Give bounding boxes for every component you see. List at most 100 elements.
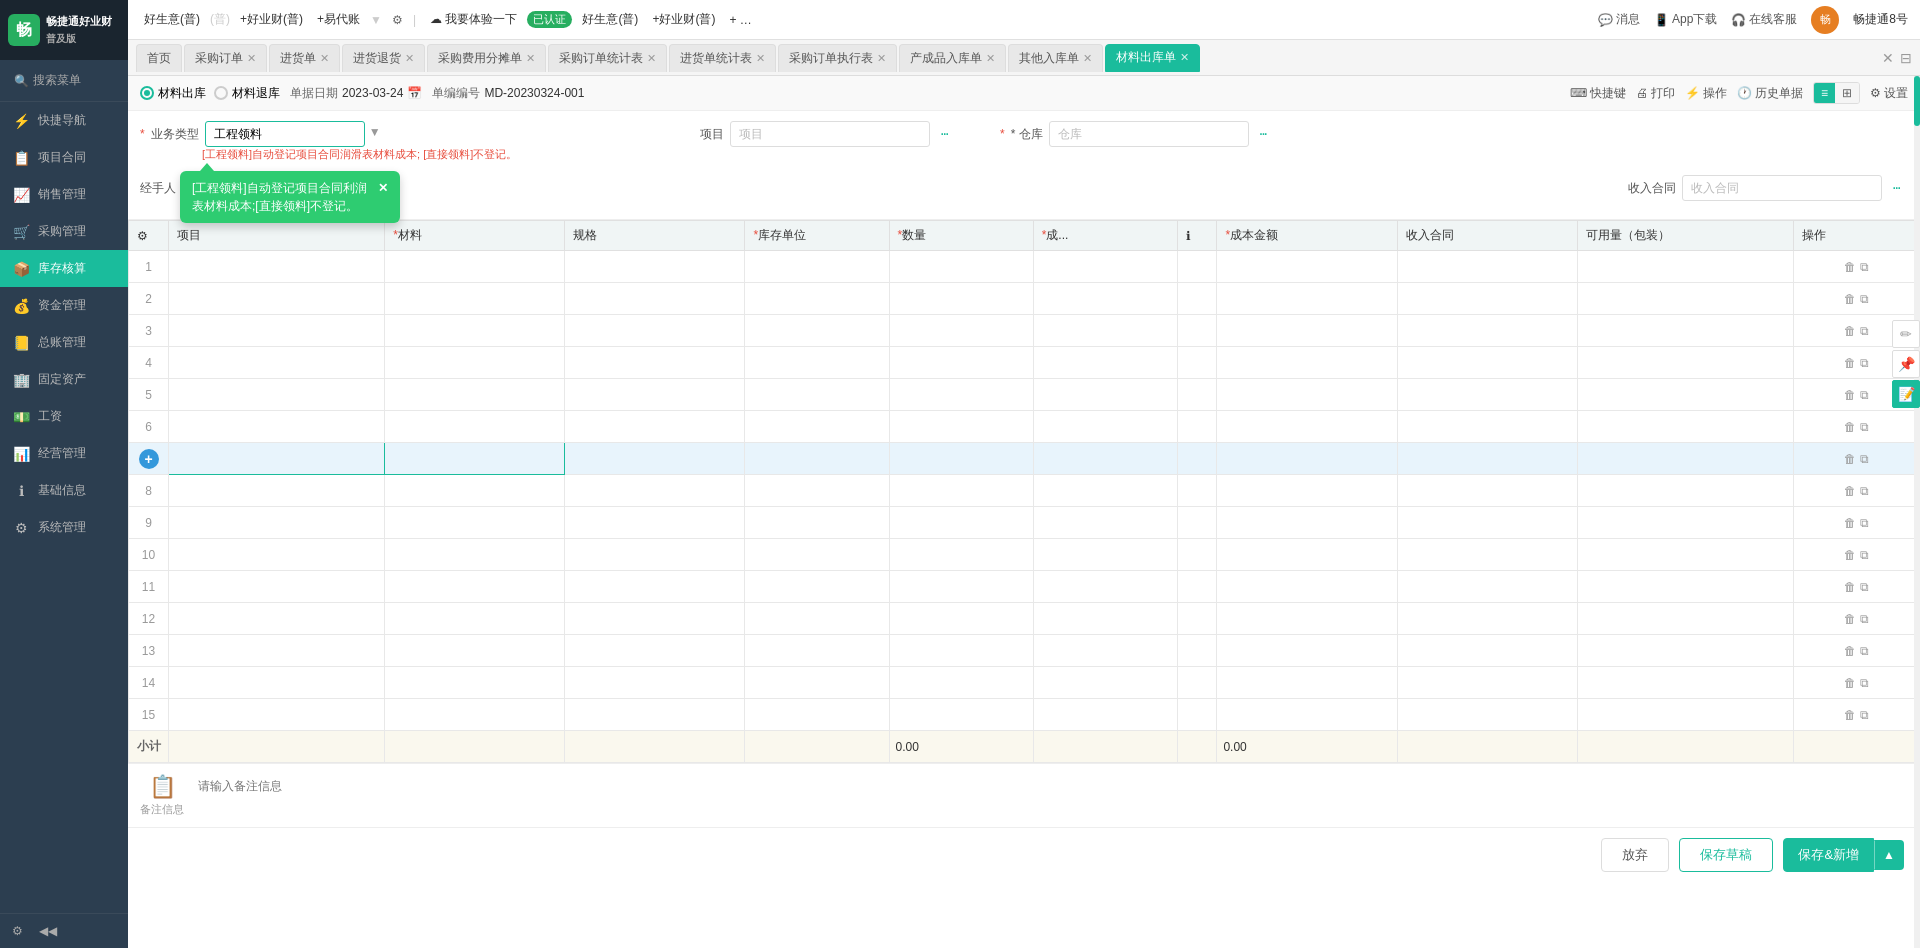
delete-row-icon[interactable]: 🗑	[1844, 324, 1856, 338]
row-cost-cell[interactable]	[1033, 379, 1177, 411]
copy-row-icon[interactable]: ⧉	[1860, 292, 1869, 306]
row-project-cell[interactable]	[169, 507, 385, 539]
tab-purchase-order[interactable]: 采购订单 ✕	[184, 44, 267, 72]
topbar-good-biz[interactable]: 好生意(普)	[140, 9, 204, 30]
row-qty-cell[interactable]	[889, 667, 1033, 699]
row-spec-cell[interactable]	[565, 667, 745, 699]
row-qty-cell[interactable]	[889, 699, 1033, 731]
row-spec-cell[interactable]	[565, 379, 745, 411]
row-material-cell[interactable]	[385, 667, 565, 699]
row-income-cell[interactable]	[1397, 251, 1577, 283]
row-income-cell[interactable]	[1397, 699, 1577, 731]
row-project-cell[interactable]	[169, 699, 385, 731]
row-cost-amt-cell[interactable]	[1217, 699, 1397, 731]
warehouse-more-icon[interactable]: ···	[1259, 125, 1266, 143]
topbar-certified-badge[interactable]: 已认证	[527, 11, 572, 28]
row-spec-cell[interactable]	[565, 507, 745, 539]
row-income-cell[interactable]	[1397, 475, 1577, 507]
row-income-cell[interactable]	[1397, 603, 1577, 635]
delete-row-icon[interactable]: 🗑	[1844, 356, 1856, 370]
sidebar-item-sales[interactable]: 📈 销售管理	[0, 176, 128, 213]
sidebar-item-ops[interactable]: 📊 经营管理	[0, 435, 128, 472]
delete-row-icon[interactable]: 🗑	[1844, 548, 1856, 562]
row-cost-amt-cell[interactable]	[1217, 475, 1397, 507]
row-material-cell[interactable]	[385, 315, 565, 347]
row-qty-cell[interactable]	[889, 603, 1033, 635]
income-contract-more-icon[interactable]: ···	[1892, 179, 1899, 197]
row-qty-cell[interactable]	[889, 411, 1033, 443]
row-cost-cell[interactable]	[1033, 635, 1177, 667]
delete-row-icon[interactable]: 🗑	[1844, 388, 1856, 402]
calendar-icon[interactable]: 📅	[407, 86, 422, 100]
tab-close[interactable]: ✕	[526, 52, 535, 65]
row-material-cell[interactable]	[385, 571, 565, 603]
business-type-dropdown[interactable]: ▼	[205, 121, 405, 147]
row-avail-cell[interactable]	[1577, 475, 1793, 507]
row-cost-cell[interactable]	[1033, 475, 1177, 507]
row-cost-amt-cell[interactable]	[1217, 283, 1397, 315]
settings-button[interactable]: ⚙ 设置	[1870, 85, 1908, 102]
row-spec-cell[interactable]	[565, 603, 745, 635]
row-project-cell[interactable]	[169, 315, 385, 347]
tab-product-in[interactable]: 产成品入库单 ✕	[899, 44, 1006, 72]
row-spec-cell[interactable]	[565, 699, 745, 731]
sidebar-item-system[interactable]: ⚙ 系统管理	[0, 509, 128, 546]
th-settings[interactable]: ⚙	[129, 221, 169, 251]
row-income-cell[interactable]	[1397, 443, 1577, 475]
row-avail-cell[interactable]	[1577, 379, 1793, 411]
row-unit-cell[interactable]	[745, 251, 889, 283]
project-more-icon[interactable]: ···	[940, 125, 947, 143]
tab-purchase-expense[interactable]: 采购费用分摊单 ✕	[427, 44, 546, 72]
copy-row-icon[interactable]: ⧉	[1860, 356, 1869, 370]
tab-close[interactable]: ✕	[405, 52, 414, 65]
row-cost-amt-cell[interactable]	[1217, 603, 1397, 635]
copy-row-icon[interactable]: ⧉	[1860, 324, 1869, 338]
topbar-plus2[interactable]: +好业财(普)	[648, 9, 719, 30]
row-unit-cell[interactable]	[745, 603, 889, 635]
row-cost-amt-cell[interactable]	[1217, 667, 1397, 699]
tab-purchase-exec[interactable]: 采购订单执行表 ✕	[778, 44, 897, 72]
row-unit-cell[interactable]	[745, 443, 889, 475]
row-income-cell[interactable]	[1397, 667, 1577, 699]
row-unit-cell[interactable]	[745, 635, 889, 667]
row-qty-cell[interactable]	[889, 635, 1033, 667]
row-cost-cell[interactable]	[1033, 347, 1177, 379]
number-value[interactable]: MD-20230324-001	[484, 86, 584, 100]
row-avail-cell[interactable]	[1577, 699, 1793, 731]
row-qty-cell[interactable]	[889, 379, 1033, 411]
row-qty-cell[interactable]	[889, 283, 1033, 315]
copy-row-icon[interactable]: ⧉	[1860, 516, 1869, 530]
delete-row-icon[interactable]: 🗑	[1844, 452, 1856, 466]
search-menu-button[interactable]: 🔍 搜索菜单	[8, 68, 120, 93]
row-project-cell[interactable]	[169, 571, 385, 603]
row-cost-cell[interactable]	[1033, 411, 1177, 443]
row-project-cell[interactable]	[169, 475, 385, 507]
row-cost-amt-cell[interactable]	[1217, 347, 1397, 379]
warehouse-input[interactable]: 仓库	[1049, 121, 1249, 147]
topbar-good-biz2[interactable]: 好生意(普)	[578, 9, 642, 30]
delete-row-icon[interactable]: 🗑	[1844, 260, 1856, 274]
row-spec-cell[interactable]	[565, 411, 745, 443]
row-spec-cell[interactable]	[565, 443, 745, 475]
row-material-cell[interactable]	[385, 283, 565, 315]
row-avail-cell[interactable]	[1577, 251, 1793, 283]
tab-other-in[interactable]: 其他入库单 ✕	[1008, 44, 1103, 72]
save-new-button[interactable]: 保存&新增	[1783, 838, 1874, 872]
row-spec-cell[interactable]	[565, 635, 745, 667]
row-cost-cell[interactable]	[1033, 283, 1177, 315]
row-project-cell[interactable]	[169, 411, 385, 443]
row-material-cell[interactable]	[385, 251, 565, 283]
sidebar-item-purchase[interactable]: 🛒 采购管理	[0, 213, 128, 250]
row-avail-cell[interactable]	[1577, 571, 1793, 603]
row-project-cell[interactable]	[169, 603, 385, 635]
row-unit-cell[interactable]	[745, 667, 889, 699]
row-income-cell[interactable]	[1397, 539, 1577, 571]
tab-goods-in-return[interactable]: 进货退货 ✕	[342, 44, 425, 72]
sidebar-settings-icon[interactable]: ⚙	[12, 924, 23, 938]
row-spec-cell[interactable]	[565, 315, 745, 347]
sidebar-collapse-icon[interactable]: ◀◀	[39, 924, 57, 938]
row-project-cell[interactable]	[169, 347, 385, 379]
copy-row-icon[interactable]: ⧉	[1860, 452, 1869, 466]
row-cost-cell[interactable]	[1033, 603, 1177, 635]
row-income-cell[interactable]	[1397, 283, 1577, 315]
